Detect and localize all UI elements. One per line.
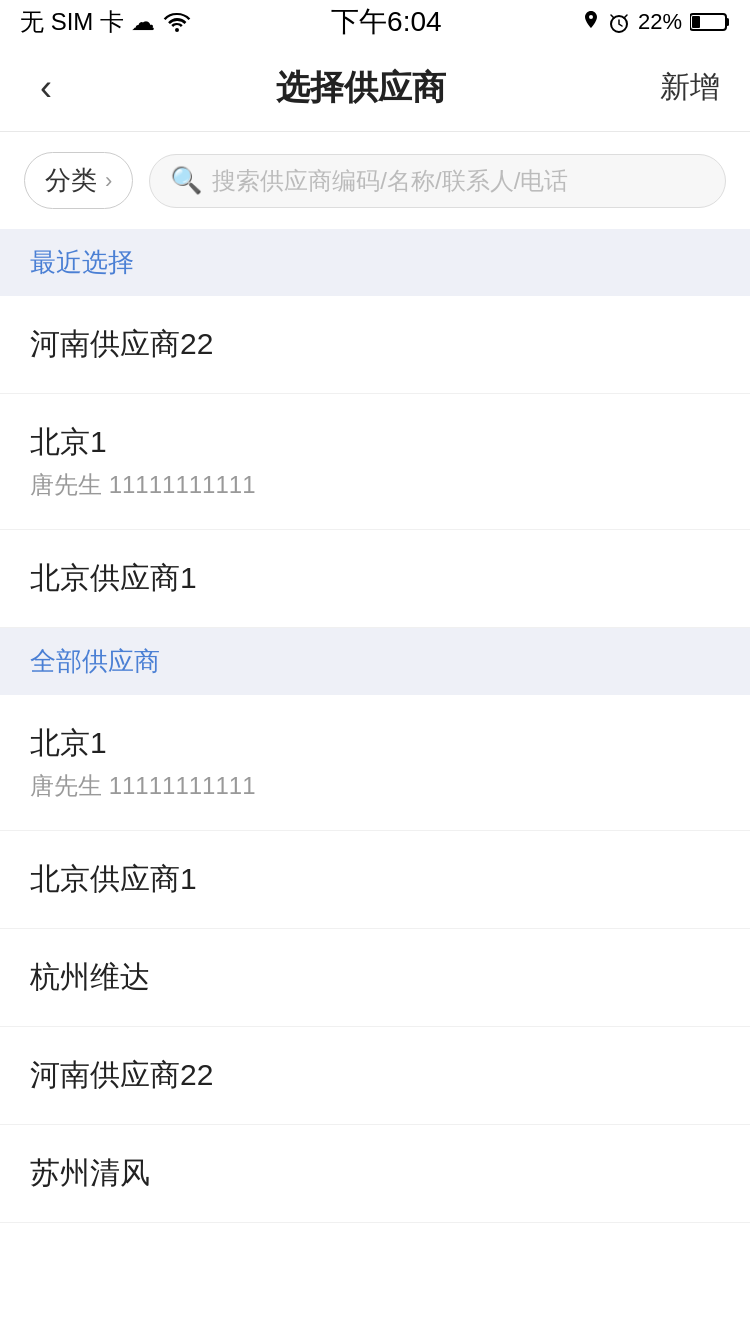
supplier-contact: 唐先生 11111111111 — [30, 770, 720, 802]
supplier-name: 河南供应商22 — [30, 324, 720, 365]
supplier-contact: 唐先生 11111111111 — [30, 469, 720, 501]
status-right: 22% — [582, 9, 730, 35]
no-sim-label: 无 SIM 卡 ☁ — [20, 6, 155, 38]
svg-rect-2 — [726, 18, 729, 26]
nav-bar: ‹ 选择供应商 新增 — [0, 44, 750, 132]
status-time: 下午6:04 — [331, 3, 442, 41]
new-action-button[interactable]: 新增 — [660, 67, 720, 108]
recent-items-list: 河南供应商22 北京1 唐先生 11111111111 北京供应商1 — [0, 296, 750, 628]
back-button[interactable]: ‹ — [30, 57, 62, 119]
list-item[interactable]: 河南供应商22 — [0, 296, 750, 394]
battery-label: 22% — [638, 9, 682, 35]
all-section-header: 全部供应商 — [0, 628, 750, 695]
status-bar: 无 SIM 卡 ☁ 下午6:04 22% — [0, 0, 750, 44]
supplier-name: 北京供应商1 — [30, 558, 720, 599]
list-item[interactable]: 北京供应商1 — [0, 831, 750, 929]
alarm-icon — [608, 11, 630, 33]
list-item[interactable]: 杭州维达 — [0, 929, 750, 1027]
supplier-name: 北京供应商1 — [30, 859, 720, 900]
battery-icon — [690, 12, 730, 32]
supplier-name: 北京1 — [30, 723, 720, 764]
list-item[interactable]: 北京供应商1 — [0, 530, 750, 628]
svg-rect-3 — [692, 16, 700, 28]
category-label: 分类 — [45, 163, 97, 198]
recent-section-header: 最近选择 — [0, 229, 750, 296]
supplier-name: 河南供应商22 — [30, 1055, 720, 1096]
supplier-name: 北京1 — [30, 422, 720, 463]
list-item[interactable]: 河南供应商22 — [0, 1027, 750, 1125]
search-placeholder: 搜索供应商编码/名称/联系人/电话 — [212, 165, 568, 197]
wifi-icon — [163, 12, 191, 32]
list-item[interactable]: 北京1 唐先生 11111111111 — [0, 394, 750, 530]
search-icon: 🔍 — [170, 165, 202, 196]
chevron-right-icon: › — [105, 168, 112, 194]
location-icon — [582, 11, 600, 33]
all-section-label: 全部供应商 — [30, 646, 160, 676]
supplier-name: 杭州维达 — [30, 957, 720, 998]
list-item[interactable]: 苏州清风 — [0, 1125, 750, 1223]
search-box[interactable]: 🔍 搜索供应商编码/名称/联系人/电话 — [149, 154, 726, 208]
recent-section-label: 最近选择 — [30, 247, 134, 277]
page-title: 选择供应商 — [276, 65, 446, 111]
supplier-name: 苏州清风 — [30, 1153, 720, 1194]
category-button[interactable]: 分类 › — [24, 152, 133, 209]
all-items-list: 北京1 唐先生 11111111111 北京供应商1 杭州维达 河南供应商22 … — [0, 695, 750, 1223]
status-left: 无 SIM 卡 ☁ — [20, 6, 191, 38]
list-item[interactable]: 北京1 唐先生 11111111111 — [0, 695, 750, 831]
filter-row: 分类 › 🔍 搜索供应商编码/名称/联系人/电话 — [0, 132, 750, 229]
